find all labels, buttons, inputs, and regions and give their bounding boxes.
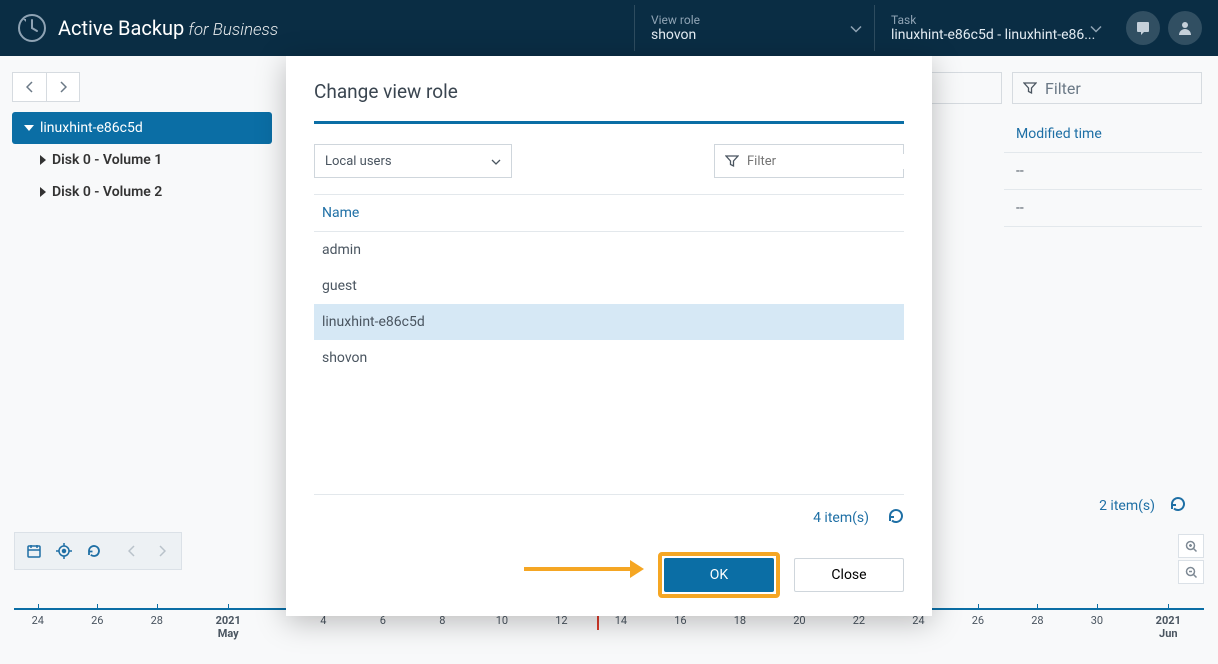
chevron-right-icon [40, 155, 46, 165]
tree-item-label: Disk 0 - Volume 2 [52, 184, 162, 200]
tree-item-label: Disk 0 - Volume 1 [52, 152, 162, 168]
chevron-down-icon [1090, 19, 1102, 38]
chevron-right-icon [40, 187, 46, 197]
filter-box[interactable]: Filter [1012, 72, 1202, 104]
calendar-button[interactable] [19, 537, 49, 565]
zoom-in-button[interactable] [1178, 534, 1204, 558]
timeline-tick-label: 26 [91, 614, 103, 627]
item-count: 2 item(s) [1099, 498, 1155, 514]
modal-filter-box[interactable] [714, 144, 904, 178]
filter-icon [1023, 81, 1037, 95]
column-modified-time[interactable]: Modified time [1004, 116, 1202, 153]
zoom-out-button[interactable] [1178, 560, 1204, 584]
close-button[interactable]: Close [794, 558, 904, 592]
tree-root-item[interactable]: linuxhint-e86c5d [12, 112, 272, 144]
refresh-button[interactable] [1169, 495, 1186, 516]
task-label: Task [891, 13, 1098, 27]
chevron-down-icon [24, 125, 34, 131]
timeline-prev-button[interactable] [117, 537, 147, 565]
timeline-tick-label: 28 [151, 614, 163, 627]
modal-refresh-button[interactable] [887, 507, 904, 528]
chevron-down-icon [850, 19, 862, 38]
annotation-highlight: OK [658, 552, 780, 598]
user-type-select[interactable]: Local users [314, 144, 512, 178]
messages-button[interactable] [1126, 11, 1160, 45]
task-selector[interactable]: Task linuxhint-e86c5d - linuxhint-e86... [874, 5, 1114, 51]
tree-item-label: linuxhint-e86c5d [40, 120, 143, 136]
app-header: Active Backup for Business View role sho… [0, 0, 1218, 56]
ok-button[interactable]: OK [664, 558, 774, 592]
timeline-tick-label: 28 [1031, 614, 1043, 627]
select-value: Local users [325, 154, 392, 169]
cell-modified: -- [1004, 190, 1202, 227]
user-row[interactable]: admin [314, 232, 904, 268]
modal-title: Change view role [314, 80, 904, 103]
user-row[interactable]: guest [314, 268, 904, 304]
user-row[interactable]: shovon [314, 340, 904, 376]
refresh-timeline-button[interactable] [79, 537, 109, 565]
cell-modified: -- [1004, 153, 1202, 190]
annotation-arrow [524, 567, 634, 571]
app-logo-icon [16, 12, 48, 44]
user-row[interactable]: linuxhint-e86c5d [314, 304, 904, 340]
user-button[interactable] [1168, 11, 1202, 45]
view-role-label: View role [651, 13, 858, 27]
filter-icon [725, 154, 739, 168]
view-role-selector[interactable]: View role shovon [634, 5, 874, 51]
tree-child-item[interactable]: Disk 0 - Volume 1 [12, 144, 272, 176]
column-name[interactable]: Name [322, 205, 856, 221]
change-view-role-modal: Change view role Local users Name adming… [286, 56, 932, 616]
modal-item-count: 4 item(s) [813, 510, 869, 526]
sidebar: linuxhint-e86c5d Disk 0 - Volume 1 Disk … [0, 56, 284, 524]
task-value: linuxhint-e86c5d - linuxhint-e86... [891, 27, 1098, 43]
timeline-tick-label: 26 [972, 614, 984, 627]
timeline-tick-label: 30 [1091, 614, 1103, 627]
timeline-tick-label: 24 [32, 614, 44, 627]
modal-filter-input[interactable] [747, 154, 913, 169]
timeline-tick-label: 2021May [216, 614, 241, 640]
chevron-down-icon [491, 154, 501, 169]
filter-label: Filter [1045, 79, 1081, 98]
tree-child-item[interactable]: Disk 0 - Volume 2 [12, 176, 272, 208]
nav-forward-button[interactable] [46, 72, 80, 102]
timeline-toolbar [14, 532, 182, 570]
app-title: Active Backup for Business [58, 16, 278, 40]
divider [314, 121, 904, 124]
timeline-next-button[interactable] [147, 537, 177, 565]
locate-button[interactable] [49, 537, 79, 565]
nav-back-button[interactable] [12, 72, 46, 102]
timeline-tick-label: 2021Jun [1156, 614, 1181, 640]
view-role-value: shovon [651, 27, 858, 43]
